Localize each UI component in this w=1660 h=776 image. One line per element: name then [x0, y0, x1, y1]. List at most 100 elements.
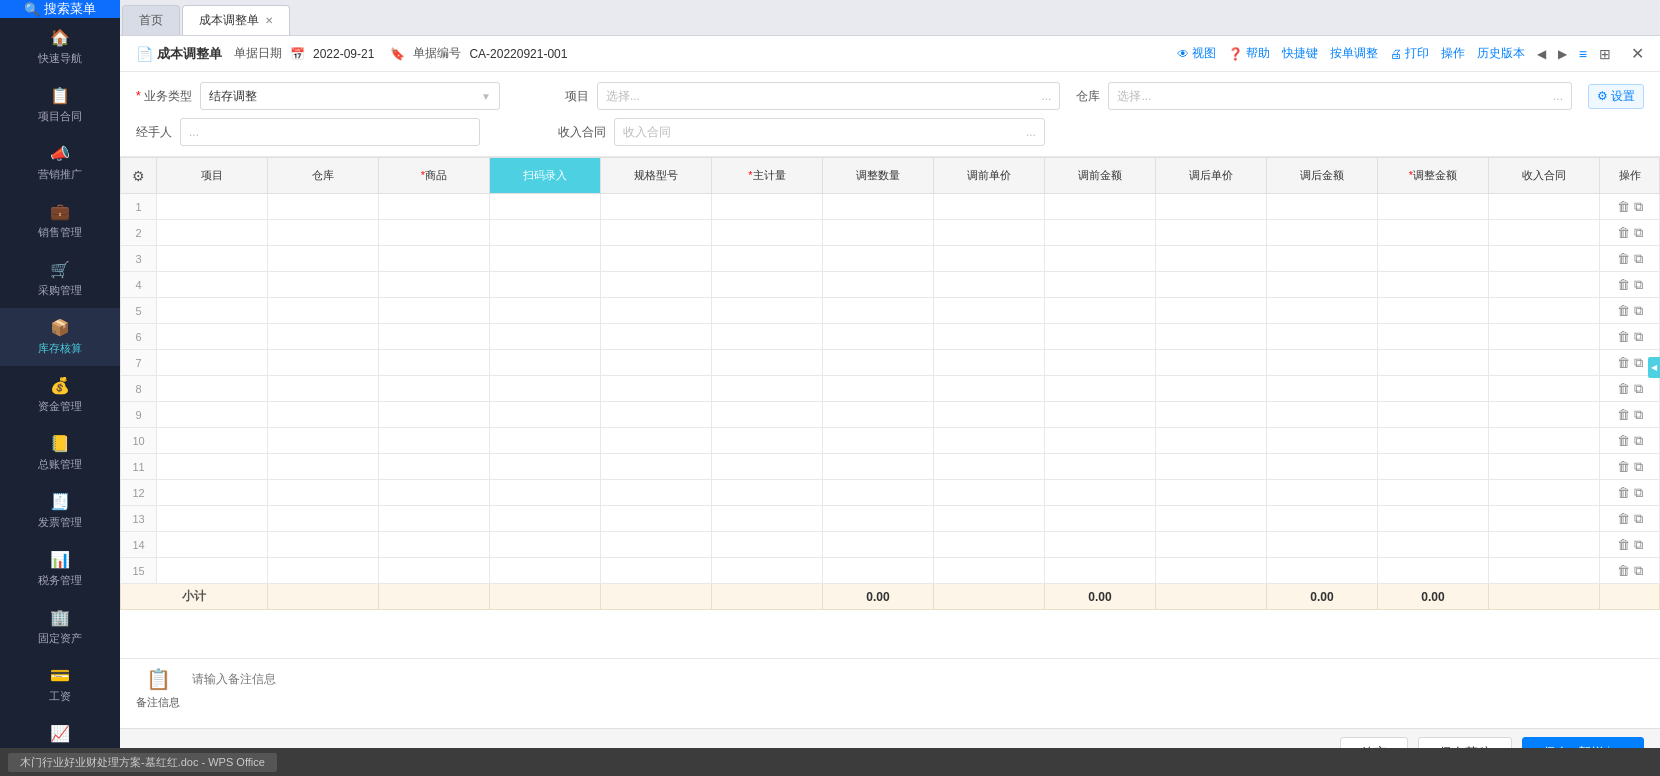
tab-cost-adjust[interactable]: 成本调整单 ✕: [182, 5, 290, 35]
table-row[interactable]: 7🗑⧉: [121, 350, 1660, 376]
table-cell[interactable]: [934, 272, 1045, 298]
table-cell[interactable]: [268, 376, 379, 402]
table-cell[interactable]: [934, 506, 1045, 532]
window-close-btn[interactable]: ✕: [1631, 44, 1644, 63]
table-cell[interactable]: [823, 454, 934, 480]
table-row[interactable]: 11🗑⧉: [121, 454, 1660, 480]
copy-icon[interactable]: ⧉: [1634, 381, 1643, 397]
history-btn[interactable]: 历史版本: [1477, 45, 1525, 62]
settings-button[interactable]: ⚙ 设置: [1588, 84, 1644, 109]
table-cell[interactable]: [157, 506, 268, 532]
table-cell[interactable]: [1267, 454, 1378, 480]
table-cell[interactable]: [157, 376, 268, 402]
copy-icon[interactable]: ⧉: [1634, 563, 1643, 579]
table-cell[interactable]: [823, 298, 934, 324]
table-cell[interactable]: [268, 506, 379, 532]
table-cell[interactable]: [1489, 350, 1600, 376]
table-cell[interactable]: [934, 194, 1045, 220]
table-cell[interactable]: [1156, 428, 1267, 454]
table-cell[interactable]: [1156, 532, 1267, 558]
table-cell[interactable]: [823, 480, 934, 506]
table-cell[interactable]: [823, 246, 934, 272]
table-cell[interactable]: [1156, 558, 1267, 584]
table-cell[interactable]: [712, 350, 823, 376]
table-cell[interactable]: [1489, 376, 1600, 402]
sidebar-item-capital-mgmt[interactable]: 💰 资金管理: [0, 366, 120, 424]
table-cell[interactable]: [1378, 454, 1489, 480]
help-btn[interactable]: ❓ 帮助: [1228, 45, 1270, 62]
table-cell[interactable]: [490, 350, 601, 376]
copy-icon[interactable]: ⧉: [1634, 225, 1643, 241]
table-cell[interactable]: [490, 454, 601, 480]
table-cell[interactable]: 🗑⧉: [1600, 428, 1660, 454]
table-cell[interactable]: 🗑⧉: [1600, 272, 1660, 298]
list-view-icon[interactable]: ≡: [1579, 46, 1587, 62]
table-cell[interactable]: [934, 220, 1045, 246]
table-cell[interactable]: [823, 428, 934, 454]
table-cell[interactable]: [712, 376, 823, 402]
table-cell[interactable]: [157, 272, 268, 298]
table-cell[interactable]: [823, 506, 934, 532]
table-cell[interactable]: [1267, 194, 1378, 220]
table-cell[interactable]: [1378, 298, 1489, 324]
table-cell[interactable]: [601, 272, 712, 298]
table-cell[interactable]: [157, 246, 268, 272]
table-cell[interactable]: [490, 376, 601, 402]
table-cell[interactable]: 🗑⧉: [1600, 558, 1660, 584]
table-cell[interactable]: [1267, 220, 1378, 246]
delete-icon[interactable]: 🗑: [1617, 277, 1630, 292]
table-cell[interactable]: [1267, 480, 1378, 506]
table-cell[interactable]: [1045, 428, 1156, 454]
table-cell[interactable]: [1489, 506, 1600, 532]
table-cell[interactable]: [379, 532, 490, 558]
table-cell[interactable]: [712, 298, 823, 324]
table-cell[interactable]: [490, 428, 601, 454]
table-cell[interactable]: [1489, 532, 1600, 558]
batch-adjust-btn[interactable]: 按单调整: [1330, 45, 1378, 62]
sidebar-item-ledger-mgmt[interactable]: 📒 总账管理: [0, 424, 120, 482]
sidebar-item-marketing[interactable]: 📣 营销推广: [0, 134, 120, 192]
table-cell[interactable]: [1378, 376, 1489, 402]
table-cell[interactable]: [268, 480, 379, 506]
copy-icon[interactable]: ⧉: [1634, 537, 1643, 553]
table-cell[interactable]: 🗑⧉: [1600, 480, 1660, 506]
table-cell[interactable]: 🗑⧉: [1600, 324, 1660, 350]
delete-icon[interactable]: 🗑: [1617, 537, 1630, 552]
table-cell[interactable]: [1156, 506, 1267, 532]
table-cell[interactable]: [823, 350, 934, 376]
table-cell[interactable]: [1045, 454, 1156, 480]
right-indicator[interactable]: ◀: [1648, 357, 1660, 378]
table-cell[interactable]: [1489, 428, 1600, 454]
table-cell[interactable]: [157, 350, 268, 376]
table-cell[interactable]: [601, 246, 712, 272]
table-cell[interactable]: [601, 558, 712, 584]
copy-icon[interactable]: ⧉: [1634, 485, 1643, 501]
table-cell[interactable]: [157, 454, 268, 480]
table-cell[interactable]: [601, 402, 712, 428]
delete-icon[interactable]: 🗑: [1617, 459, 1630, 474]
table-cell[interactable]: 🗑⧉: [1600, 246, 1660, 272]
table-cell[interactable]: [490, 246, 601, 272]
sidebar-item-quick-nav[interactable]: 🏠 快速导航: [0, 18, 120, 76]
business-type-input[interactable]: 结存调整 ▼: [200, 82, 500, 110]
table-cell[interactable]: [268, 350, 379, 376]
copy-icon[interactable]: ⧉: [1634, 329, 1643, 345]
table-cell[interactable]: 🗑⧉: [1600, 454, 1660, 480]
table-cell[interactable]: [157, 558, 268, 584]
table-cell[interactable]: [1045, 402, 1156, 428]
copy-icon[interactable]: ⧉: [1634, 355, 1643, 371]
table-cell[interactable]: [934, 376, 1045, 402]
sidebar-item-purchase-mgmt[interactable]: 🛒 采购管理: [0, 250, 120, 308]
table-cell[interactable]: [823, 376, 934, 402]
table-cell[interactable]: [268, 194, 379, 220]
table-cell[interactable]: [1045, 298, 1156, 324]
table-cell[interactable]: [1489, 246, 1600, 272]
table-cell[interactable]: [823, 194, 934, 220]
table-cell[interactable]: [1267, 558, 1378, 584]
table-cell[interactable]: [379, 272, 490, 298]
table-cell[interactable]: [1489, 558, 1600, 584]
table-cell[interactable]: [490, 220, 601, 246]
table-cell[interactable]: [379, 558, 490, 584]
table-cell[interactable]: [934, 246, 1045, 272]
notes-input[interactable]: [192, 667, 1644, 699]
